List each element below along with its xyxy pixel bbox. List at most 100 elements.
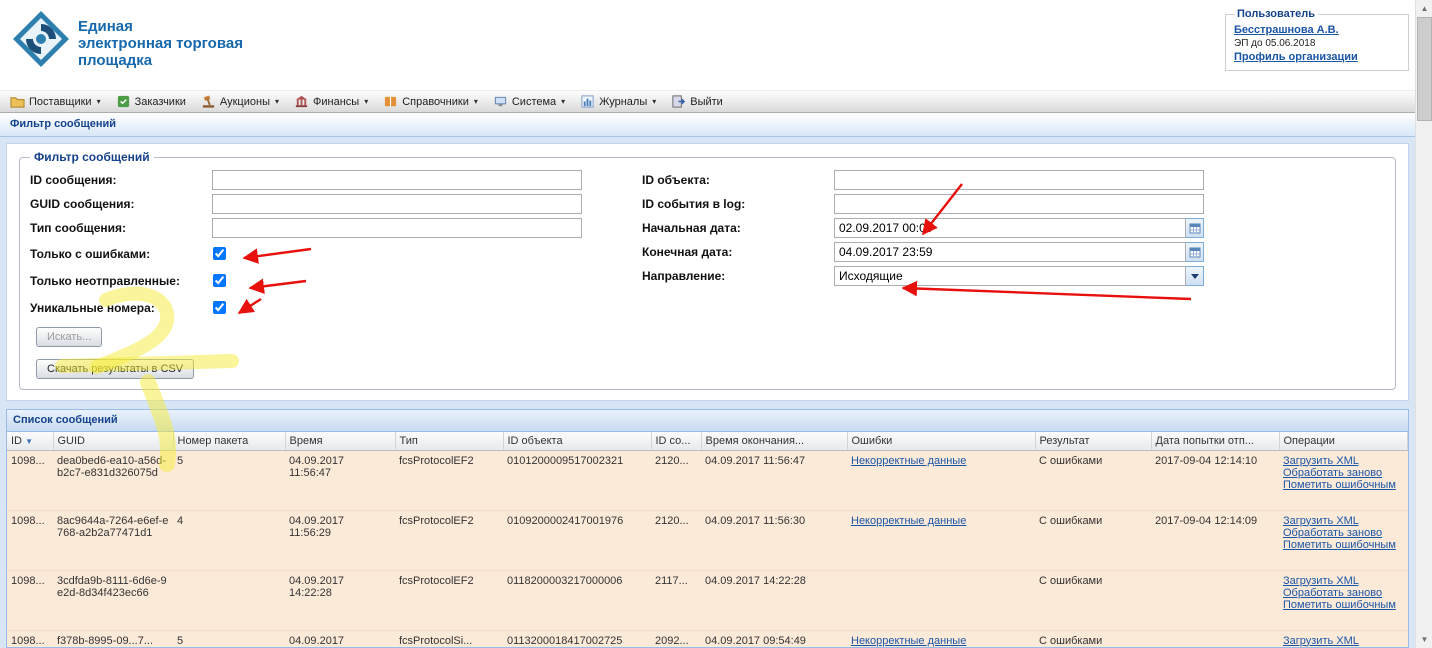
table-row[interactable]: 1098... f378b-8995-09...7... 5 04.09.2017 fc…	[7, 630, 1408, 647]
column-header[interactable]: ID со...	[651, 432, 702, 451]
menu-item-directories[interactable]: Справочники ▾	[377, 91, 487, 112]
operation-link[interactable]: Загрузить XML	[1283, 575, 1359, 587]
operation-link[interactable]: Обработать заново	[1283, 587, 1382, 599]
menu-item-label: Поставщики	[29, 95, 92, 108]
cell-pkg: 4	[173, 510, 285, 571]
object-id-input[interactable]	[834, 170, 1204, 190]
cell-id: 1098...	[7, 450, 53, 511]
menu-item-system[interactable]: Система ▾	[487, 91, 574, 112]
cell-pkg: 5	[173, 450, 285, 511]
menu-item-auctions[interactable]: Аукционы ▾	[195, 91, 288, 112]
menu-item-journals[interactable]: Журналы ▾	[574, 91, 665, 112]
column-header[interactable]: Тип	[395, 432, 504, 451]
cell-object_id: 0109200002417001976	[503, 510, 651, 571]
cell-end_time: 04.09.2017 14:22:28	[701, 570, 847, 631]
filter-legend: Фильтр сообщений	[34, 150, 150, 164]
menu-item-label: Финансы	[313, 95, 360, 108]
scrollbar-thumb[interactable]	[1417, 17, 1432, 121]
operation-link[interactable]: Обработать заново	[1283, 467, 1382, 479]
cell-ops: Загрузить XML	[1279, 630, 1408, 647]
customers-icon	[116, 94, 131, 109]
column-header[interactable]: Ошибки	[847, 432, 1036, 451]
object-id-label: ID объекта:	[642, 173, 710, 187]
log-event-id-label: ID события в log:	[642, 197, 746, 211]
cell-end_time: 04.09.2017 09:54:49	[701, 630, 847, 647]
menu-item-suppliers[interactable]: Поставщики ▾	[4, 91, 110, 112]
unsent-only-checkbox[interactable]	[213, 274, 226, 287]
menu-item-logout[interactable]: Выйти	[665, 91, 732, 112]
cell-type: fcsProtocolEF2	[395, 450, 503, 511]
menu-item-finance[interactable]: Финансы ▾	[288, 91, 377, 112]
errors-only-checkbox[interactable]	[213, 247, 226, 260]
cell-result: С ошибками	[1035, 630, 1151, 647]
cell-event_id: 2117...	[651, 570, 701, 631]
suppliers-folder-icon	[10, 94, 25, 109]
message-type-label: Тип сообщения:	[30, 221, 126, 235]
cell-ops: Загрузить XML Обработать заново Пометить…	[1279, 450, 1408, 511]
cell-event_id: 2092...	[651, 630, 701, 647]
brand-title: Единая электронная торговая площадка	[78, 18, 243, 69]
scroll-up-icon[interactable]: ▲	[1416, 0, 1432, 17]
error-details-link[interactable]: Некорректные данные	[851, 635, 966, 647]
column-header[interactable]: Номер пакета	[173, 432, 286, 451]
download-csv-button[interactable]: Скачать результаты в CSV	[36, 359, 195, 379]
log-event-id-input[interactable]	[834, 194, 1204, 214]
column-header[interactable]: GUID	[53, 432, 174, 451]
chevron-down-icon[interactable]	[1186, 266, 1204, 286]
filter-fieldset: Фильтр сообщений ID сообщения: GUID сооб…	[19, 150, 1396, 390]
start-date-input[interactable]	[834, 218, 1186, 238]
operation-link[interactable]: Пометить ошибочным	[1283, 479, 1396, 491]
table-row[interactable]: 1098... dea0bed6-ea10-a56d-b2c7-e831d3260…	[7, 450, 1408, 511]
operation-link[interactable]: Загрузить XML	[1283, 635, 1359, 647]
search-button[interactable]: Искать...	[36, 327, 103, 347]
end-date-input[interactable]	[834, 242, 1186, 262]
filter-panel: Фильтр сообщений ID сообщения: GUID сооб…	[6, 143, 1409, 401]
chevron-down-icon: ▾	[274, 97, 279, 106]
user-name-link[interactable]: Бесстрашнова А.В.	[1234, 23, 1400, 37]
table-row[interactable]: 1098... 8ac9644a-7264-e6ef-e768-a2b2a7747…	[7, 510, 1408, 571]
menu-item-customers[interactable]: Заказчики	[110, 91, 195, 112]
scroll-down-icon[interactable]: ▼	[1416, 631, 1432, 648]
cell-end_time: 04.09.2017 11:56:47	[701, 450, 847, 511]
messages-table: ID ▼ GUID Номер пакета Время Тип ID объек…	[7, 432, 1408, 647]
operation-link[interactable]: Пометить ошибочным	[1283, 539, 1396, 551]
exit-icon	[671, 94, 686, 109]
cell-guid: 8ac9644a-7264-e6ef-e768-a2b2a77471d1	[53, 510, 173, 571]
operation-link[interactable]: Загрузить XML	[1283, 455, 1359, 467]
list-title: Список сообщений	[7, 410, 1408, 432]
menu-item-label: Заказчики	[134, 95, 186, 108]
auctions-hammer-icon	[201, 94, 216, 109]
direction-combo[interactable]	[834, 266, 1186, 286]
calendar-icon[interactable]	[1186, 218, 1204, 238]
journals-chart-icon	[580, 94, 595, 109]
column-header[interactable]: ID объекта	[503, 432, 652, 451]
operation-link[interactable]: Загрузить XML	[1283, 515, 1359, 527]
message-id-input[interactable]	[212, 170, 582, 190]
cell-errors	[847, 570, 1035, 631]
cell-time: 04.09.2017 11:56:47	[285, 450, 395, 511]
column-header[interactable]: Операции	[1279, 432, 1408, 451]
column-header[interactable]: Время окончания...	[701, 432, 848, 451]
message-type-input[interactable]	[212, 218, 582, 238]
guid-input[interactable]	[212, 194, 582, 214]
table-row[interactable]: 1098... 3cdfda9b-8111-6d6e-9e2d-8d34f423e…	[7, 570, 1408, 631]
cell-result: С ошибками	[1035, 570, 1151, 631]
operation-link[interactable]: Обработать заново	[1283, 527, 1382, 539]
directories-book-icon	[383, 94, 398, 109]
calendar-icon[interactable]	[1186, 242, 1204, 262]
cell-time: 04.09.2017 14:22:28	[285, 570, 395, 631]
vertical-scrollbar[interactable]: ▲ ▼	[1415, 0, 1432, 648]
operation-link[interactable]: Пометить ошибочным	[1283, 599, 1396, 611]
org-profile-link[interactable]: Профиль организации	[1234, 50, 1400, 64]
column-header[interactable]: Результат	[1035, 432, 1152, 451]
error-details-link[interactable]: Некорректные данные	[851, 515, 966, 527]
menu-item-label: Журналы	[599, 95, 648, 108]
unique-numbers-checkbox[interactable]	[213, 301, 226, 314]
column-header[interactable]: Время	[285, 432, 396, 451]
column-header[interactable]: ID ▼	[7, 432, 54, 451]
application-window: Единая электронная торговая площадка Пол…	[0, 0, 1415, 648]
error-details-link[interactable]: Некорректные данные	[851, 455, 966, 467]
column-header[interactable]: Дата попытки отп...	[1151, 432, 1280, 451]
direction-label: Направление:	[642, 269, 726, 283]
unsent-only-label: Только неотправленные:	[30, 273, 180, 288]
